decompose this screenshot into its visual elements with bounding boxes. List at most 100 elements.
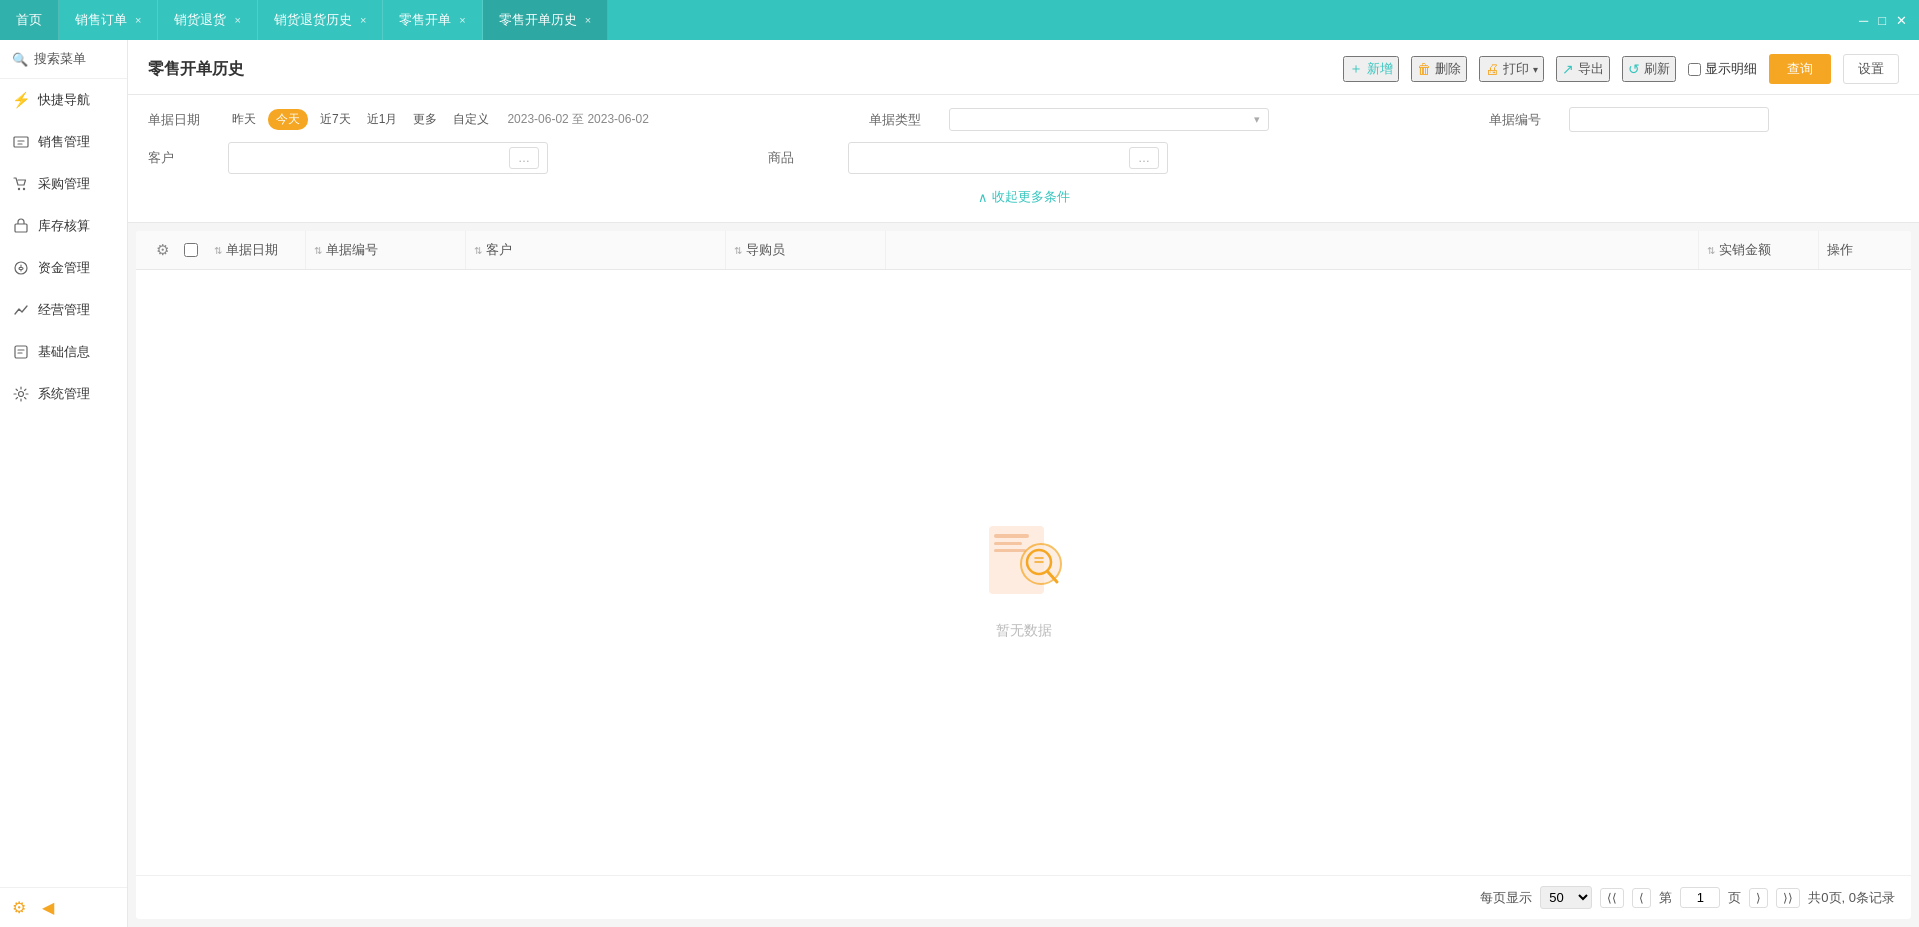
sidebar-item-finance[interactable]: 资金管理	[0, 247, 127, 289]
goods-ellipsis-btn[interactable]: …	[1129, 147, 1159, 169]
operations-icon	[12, 301, 30, 319]
tab-sales-return[interactable]: 销货退货 ×	[158, 0, 257, 40]
sort-guide-icon[interactable]: ⇅	[734, 245, 742, 256]
tab-retail-open-label: 零售开单	[399, 11, 451, 29]
close-button[interactable]: ✕	[1896, 13, 1907, 28]
tab-sales-return-history-label: 销货退货历史	[274, 11, 352, 29]
date-btn-more[interactable]: 更多	[409, 109, 441, 130]
page-title: 零售开单历史	[148, 59, 244, 80]
empty-illustration	[969, 506, 1079, 606]
print-arrow-icon: ▾	[1533, 64, 1538, 75]
page-label-suffix: 页	[1728, 889, 1741, 907]
sidebar-item-basic-info[interactable]: 基础信息	[0, 331, 127, 373]
sidebar-item-quick-nav[interactable]: ⚡ 快捷导航	[0, 79, 127, 121]
print-label: 打印	[1503, 60, 1529, 78]
tab-home[interactable]: 首页	[0, 0, 59, 40]
tab-sales-order[interactable]: 销售订单 ×	[59, 0, 158, 40]
tab-retail-history-label: 零售开单历史	[499, 11, 577, 29]
close-sales-return-tab[interactable]: ×	[234, 14, 240, 26]
add-label: 新增	[1367, 60, 1393, 78]
date-btn-today[interactable]: 今天	[268, 109, 308, 130]
tab-home-label: 首页	[16, 11, 42, 29]
table-column-settings-icon[interactable]: ⚙	[148, 236, 176, 264]
purchase-mgmt-icon	[12, 175, 30, 193]
sidebar-item-purchase-mgmt[interactable]: 采购管理	[0, 163, 127, 205]
sidebar-item-inventory[interactable]: 库存核算	[0, 205, 127, 247]
settings-button[interactable]: 设置	[1843, 54, 1899, 84]
refresh-label: 刷新	[1644, 60, 1670, 78]
svg-rect-0	[14, 137, 28, 147]
export-button[interactable]: ↗ 导出	[1556, 56, 1610, 82]
sidebar-item-operations[interactable]: 经营管理	[0, 289, 127, 331]
doc-type-select[interactable]: ▾	[949, 108, 1269, 131]
page-number-input[interactable]	[1680, 887, 1720, 908]
date-btn-yesterday[interactable]: 昨天	[228, 109, 260, 130]
date-btn-last1month[interactable]: 近1月	[363, 109, 402, 130]
filter-area: 单据日期 昨天 今天 近7天 近1月 更多 自定义 2023-06-02 至 2…	[128, 95, 1919, 223]
svg-point-6	[19, 392, 24, 397]
date-btn-custom[interactable]: 自定义	[449, 109, 493, 130]
date-filter-label: 单据日期	[148, 111, 208, 129]
th-guide: ⇅ 导购员	[726, 231, 886, 269]
system-icon	[12, 385, 30, 403]
goods-filter-label: 商品	[768, 149, 828, 167]
refresh-button[interactable]: ↺ 刷新	[1622, 56, 1676, 82]
top-navigation: 首页 销售订单 × 销货退货 × 销货退货历史 × 零售开单 × 零售开单历史 …	[0, 0, 1919, 40]
doc-no-input-wrapper	[1569, 107, 1769, 132]
next-page-button[interactable]: ⟩	[1749, 888, 1768, 908]
search-icon: 🔍	[12, 52, 28, 67]
sidebar-search-label: 搜索菜单	[34, 50, 86, 68]
display-detail-toggle[interactable]: 显示明细	[1688, 60, 1757, 78]
sort-docno-icon[interactable]: ⇅	[314, 245, 322, 256]
query-button[interactable]: 查询	[1769, 54, 1831, 84]
select-all-checkbox[interactable]	[184, 243, 198, 257]
export-icon: ↗	[1562, 61, 1574, 77]
nav-tabs: 首页 销售订单 × 销货退货 × 销货退货历史 × 零售开单 × 零售开单历史 …	[0, 0, 1847, 40]
close-sales-order-tab[interactable]: ×	[135, 14, 141, 26]
sidebar-item-system[interactable]: 系统管理	[0, 373, 127, 415]
sales-mgmt-icon	[12, 133, 30, 151]
minimize-button[interactable]: ─	[1859, 13, 1868, 28]
sidebar-item-label: 库存核算	[38, 217, 90, 235]
tab-retail-history[interactable]: 零售开单历史 ×	[483, 0, 608, 40]
sidebar-item-sales-mgmt[interactable]: 销售管理	[0, 121, 127, 163]
tab-retail-open[interactable]: 零售开单 ×	[383, 0, 482, 40]
inventory-icon	[12, 217, 30, 235]
first-page-button[interactable]: ⟨⟨	[1600, 888, 1624, 908]
sort-amount-icon[interactable]: ⇅	[1707, 245, 1715, 256]
goods-input[interactable]	[857, 151, 1129, 166]
close-retail-history-tab[interactable]: ×	[585, 14, 591, 26]
date-btn-last7[interactable]: 近7天	[316, 109, 355, 130]
sort-customer-icon[interactable]: ⇅	[474, 245, 482, 256]
sidebar-search[interactable]: 🔍 搜索菜单	[0, 40, 127, 79]
tab-sales-return-history[interactable]: 销货退货历史 ×	[258, 0, 383, 40]
per-page-select[interactable]: 10 20 50 100	[1540, 886, 1592, 909]
refresh-icon: ↺	[1628, 61, 1640, 77]
prev-page-button[interactable]: ⟨	[1632, 888, 1651, 908]
delete-button[interactable]: 🗑 删除	[1411, 56, 1467, 82]
customer-input-wrapper: …	[228, 142, 548, 174]
settings-bottom-icon[interactable]: ⚙	[12, 898, 26, 917]
doc-type-dropdown-icon: ▾	[1254, 113, 1260, 126]
close-retail-open-tab[interactable]: ×	[459, 14, 465, 26]
maximize-button[interactable]: □	[1878, 13, 1886, 28]
th-customer: ⇅ 客户	[466, 231, 726, 269]
add-button[interactable]: ＋ 新增	[1343, 56, 1399, 82]
collapse-more-conditions[interactable]: ∧ 收起更多条件	[148, 184, 1899, 210]
th-spacer	[886, 231, 1699, 269]
collapse-sidebar-icon[interactable]: ◀	[42, 898, 54, 917]
display-detail-checkbox[interactable]	[1688, 63, 1701, 76]
svg-rect-5	[15, 346, 27, 358]
print-icon: 🖨	[1485, 61, 1499, 77]
print-button[interactable]: 🖨 打印 ▾	[1479, 56, 1544, 82]
customer-input[interactable]	[237, 151, 509, 166]
customer-ellipsis-btn[interactable]: …	[509, 147, 539, 169]
last-page-button[interactable]: ⟩⟩	[1776, 888, 1800, 908]
doc-no-input[interactable]	[1578, 112, 1760, 127]
sort-date-icon[interactable]: ⇅	[214, 245, 222, 256]
close-sales-return-history-tab[interactable]: ×	[360, 14, 366, 26]
main-layout: 🔍 搜索菜单 ⚡ 快捷导航 销售管理 采购管理 库存核算	[0, 40, 1919, 927]
sidebar-item-label: 基础信息	[38, 343, 90, 361]
delete-icon: 🗑	[1417, 61, 1431, 77]
content-area: 零售开单历史 ＋ 新增 🗑 删除 🖨 打印 ▾ ↗ 导出	[128, 40, 1919, 927]
